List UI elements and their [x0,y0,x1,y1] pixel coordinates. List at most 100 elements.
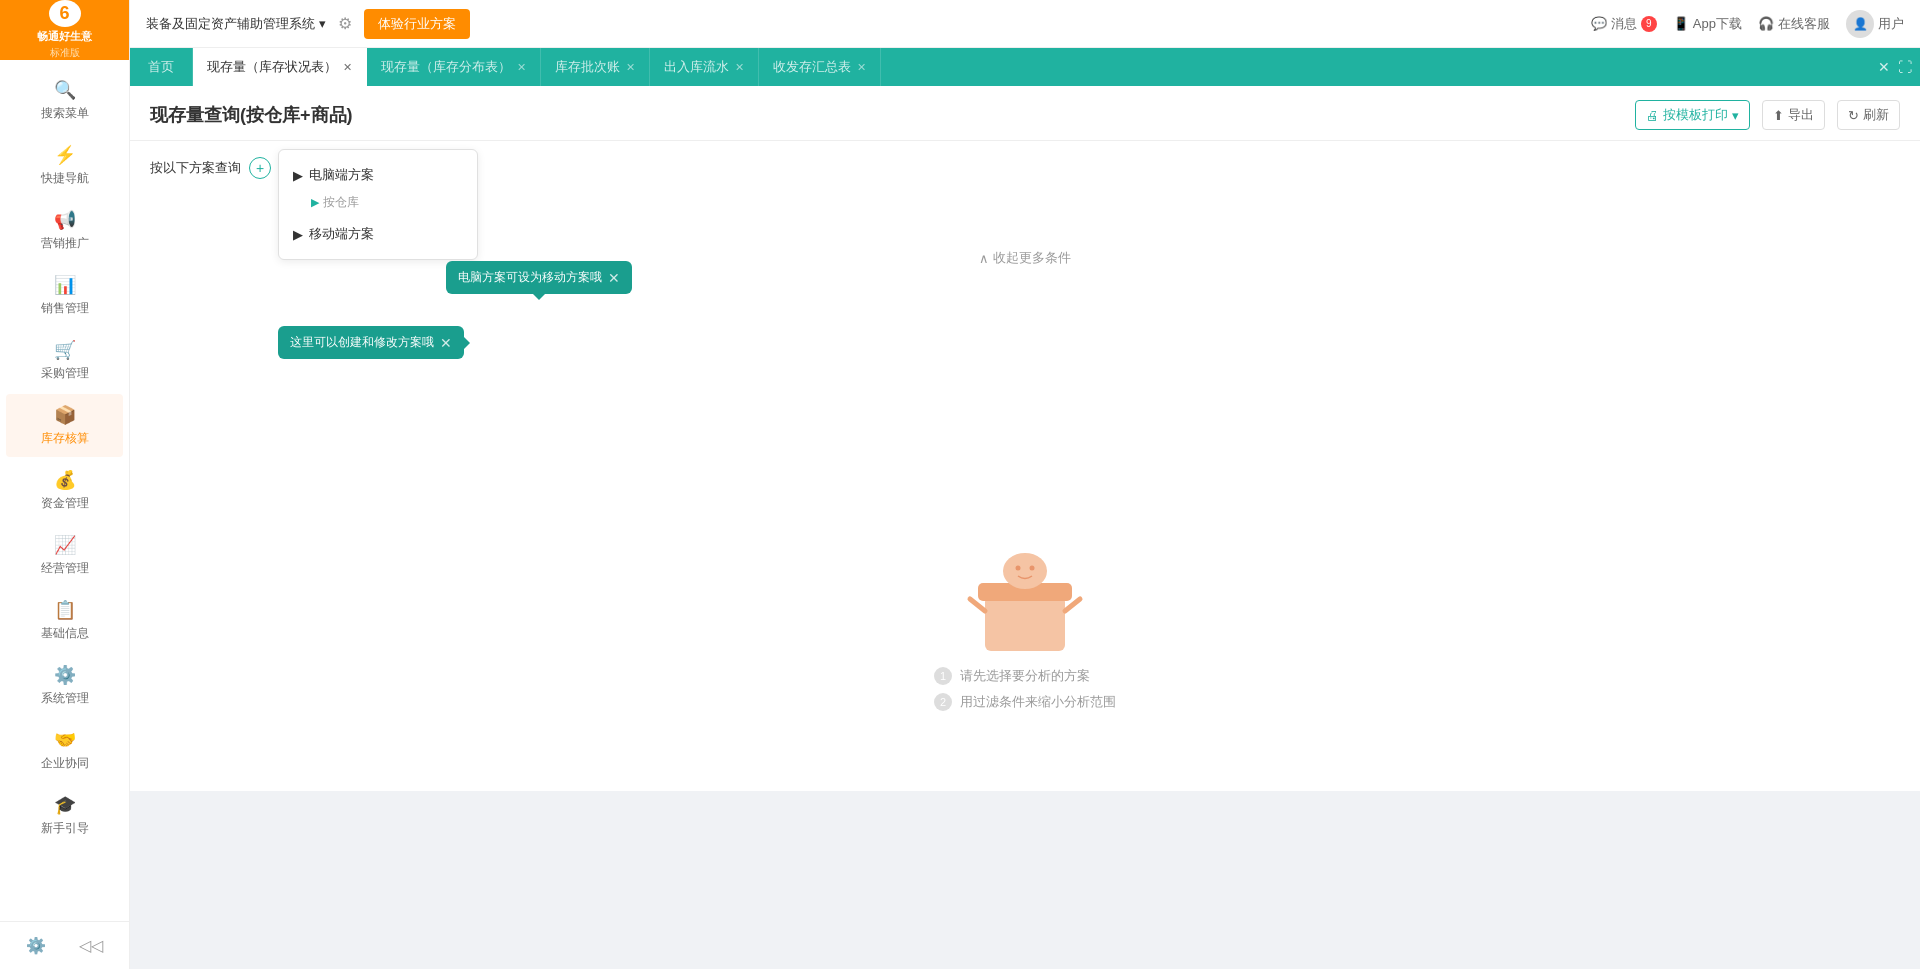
tab-fullscreen-icon[interactable]: ⛶ [1898,59,1912,75]
sidebar-nav: 🔍 搜索菜单 ⚡ 快捷导航 📢 营销推广 📊 销售管理 🛒 采购管理 📦 库存核… [0,60,129,921]
collapse-up-icon: ∧ [979,251,989,266]
sidebar-item-inventory[interactable]: 📦 库存核算 [6,394,123,457]
tab-stock-status[interactable]: 现存量（库存状况表） ✕ [193,48,367,86]
empty-illustration [960,541,1090,651]
industry-plan-button[interactable]: 体验行业方案 [364,9,470,39]
sidebar: 6 畅通好生意 标准版 🔍 搜索菜单 ⚡ 快捷导航 📢 营销推广 📊 销售管理 … [0,0,130,969]
topbar: 装备及固定资产辅助管理系统 ▾ ⚙ 体验行业方案 💬 消息 9 📱 App下载 … [130,0,1920,48]
system-icon: ⚙️ [54,664,76,686]
search-icon: 🔍 [54,79,76,101]
sidebar-label-cooperation: 企业协同 [41,755,89,772]
empty-steps: 1 请先选择要分析的方案 2 用过滤条件来缩小分析范围 [934,667,1116,711]
user-button[interactable]: 👤 用户 [1846,10,1904,38]
logo-sub: 标准版 [50,46,80,60]
sidebar-item-search[interactable]: 🔍 搜索菜单 [6,69,123,132]
tab-batch-label: 库存批次账 [555,58,620,76]
tab-stock-dist-label: 现存量（库存分布表） [381,58,511,76]
export-icon: ⬆ [1773,108,1784,123]
refresh-button[interactable]: ↻ 刷新 [1837,100,1900,130]
page-title: 现存量查询(按仓库+商品) [150,103,353,127]
sidebar-item-guide[interactable]: 🎓 新手引导 [6,784,123,847]
message-button[interactable]: 💬 消息 9 [1591,15,1657,33]
sidebar-item-sales[interactable]: 📊 销售管理 [6,264,123,327]
topbar-actions: 💬 消息 9 📱 App下载 🎧 在线客服 👤 用户 [1591,10,1904,38]
sidebar-item-basic[interactable]: 📋 基础信息 [6,589,123,652]
mobile-scheme-item[interactable]: ▶ 移动端方案 [279,217,477,251]
sidebar-bottom: ⚙️ ◁◁ [0,921,129,969]
print-button[interactable]: 🖨 按模板打印 ▾ [1635,100,1750,130]
sidebar-item-finance[interactable]: 💰 资金管理 [6,459,123,522]
desktop-scheme-item[interactable]: ▶ 电脑端方案 [279,158,477,192]
tab-batch[interactable]: 库存批次账 ✕ [541,48,650,86]
online-service-label: 在线客服 [1778,15,1830,33]
tab-home[interactable]: 首页 [130,48,193,86]
sidebar-item-purchase[interactable]: 🛒 采购管理 [6,329,123,392]
tab-flow-close[interactable]: ✕ [735,61,744,74]
svg-rect-0 [985,596,1065,651]
finance-icon: 💰 [54,469,76,491]
collapse-label: 收起更多条件 [993,249,1071,267]
app-download-label: App下载 [1693,15,1742,33]
app-logo: 6 畅通好生意 标准版 [0,0,129,60]
scheme-list-panel: ▶ 电脑端方案 ▶ 按仓库 ▶ 移动端方案 [278,149,478,260]
tooltip2-text: 这里可以创建和修改方案哦 [290,334,434,351]
sidebar-item-marketing[interactable]: 📢 营销推广 [6,199,123,262]
tab-summary[interactable]: 收发存汇总表 ✕ [759,48,881,86]
step1-text: 请先选择要分析的方案 [960,667,1090,685]
sidebar-item-cooperation[interactable]: 🤝 企业协同 [6,719,123,782]
online-service-button[interactable]: 🎧 在线客服 [1758,15,1830,33]
tab-stock-dist[interactable]: 现存量（库存分布表） ✕ [367,48,541,86]
step2-num: 2 [934,693,952,711]
svg-point-2 [1003,553,1047,589]
content-area: 现存量查询(按仓库+商品) 🖨 按模板打印 ▾ ⬆ 导出 ↻ [130,86,1920,791]
filter-section: 按以下方案查询 + ✎ ← ▶ 电脑端方案 ▶ 按仓库 [130,141,1920,461]
collapse-filter-btn[interactable]: ∧ 收起更多条件 [979,249,1071,267]
settings-gear-icon[interactable]: ⚙ [338,14,352,33]
desktop-scheme-label: 电脑端方案 [309,166,374,184]
sub-item-icon: ▶ [311,196,319,209]
page-actions: 🖨 按模板打印 ▾ ⬆ 导出 ↻ 刷新 [1635,100,1900,130]
user-label: 用户 [1878,15,1904,33]
tooltip1-close[interactable]: ✕ [608,270,620,286]
phone-icon: 📱 [1673,16,1689,31]
app-download-button[interactable]: 📱 App下载 [1673,15,1742,33]
empty-svg [960,541,1090,651]
sidebar-item-management[interactable]: 📈 经营管理 [6,524,123,587]
sidebar-label-finance: 资金管理 [41,495,89,512]
sidebar-label-search: 搜索菜单 [41,105,89,122]
sidebar-item-system[interactable]: ⚙️ 系统管理 [6,654,123,717]
sidebar-item-quicknav[interactable]: ⚡ 快捷导航 [6,134,123,197]
page-header: 现存量查询(按仓库+商品) 🖨 按模板打印 ▾ ⬆ 导出 ↻ [130,86,1920,141]
quicknav-icon: ⚡ [54,144,76,166]
tab-stock-status-close[interactable]: ✕ [343,61,352,74]
inventory-icon: 📦 [54,404,76,426]
logo-icon: 6 [49,0,81,27]
message-badge: 9 [1641,16,1657,32]
cooperation-icon: 🤝 [54,729,76,751]
tab-summary-label: 收发存汇总表 [773,58,851,76]
sidebar-settings-btn[interactable]: ⚙️ [22,932,50,959]
sales-icon: 📊 [54,274,76,296]
step2-text: 用过滤条件来缩小分析范围 [960,693,1116,711]
sidebar-collapse-btn[interactable]: ◁◁ [75,932,107,959]
tab-flow[interactable]: 出入库流水 ✕ [650,48,759,86]
tab-stock-dist-close[interactable]: ✕ [517,61,526,74]
tab-close-all-icon[interactable]: ✕ [1878,59,1890,75]
filter-header-label: 按以下方案查询 [150,159,241,177]
add-scheme-button[interactable]: + [249,157,271,179]
refresh-label: 刷新 [1863,106,1889,124]
sidebar-label-inventory: 库存核算 [41,430,89,447]
tab-batch-close[interactable]: ✕ [626,61,635,74]
sidebar-label-marketing: 营销推广 [41,235,89,252]
export-button[interactable]: ⬆ 导出 [1762,100,1825,130]
system-title-select[interactable]: 装备及固定资产辅助管理系统 ▾ [146,15,326,33]
empty-step-1: 1 请先选择要分析的方案 [934,667,1116,685]
expand-icon: ▶ [293,168,303,183]
tab-bar: 首页 现存量（库存状况表） ✕ 现存量（库存分布表） ✕ 库存批次账 ✕ 出入库… [130,48,1920,86]
sidebar-label-system: 系统管理 [41,690,89,707]
sidebar-label-guide: 新手引导 [41,820,89,837]
tab-summary-close[interactable]: ✕ [857,61,866,74]
print-icon: 🖨 [1646,108,1659,123]
print-dropdown-icon: ▾ [1732,108,1739,123]
tooltip2-close[interactable]: ✕ [440,335,452,351]
